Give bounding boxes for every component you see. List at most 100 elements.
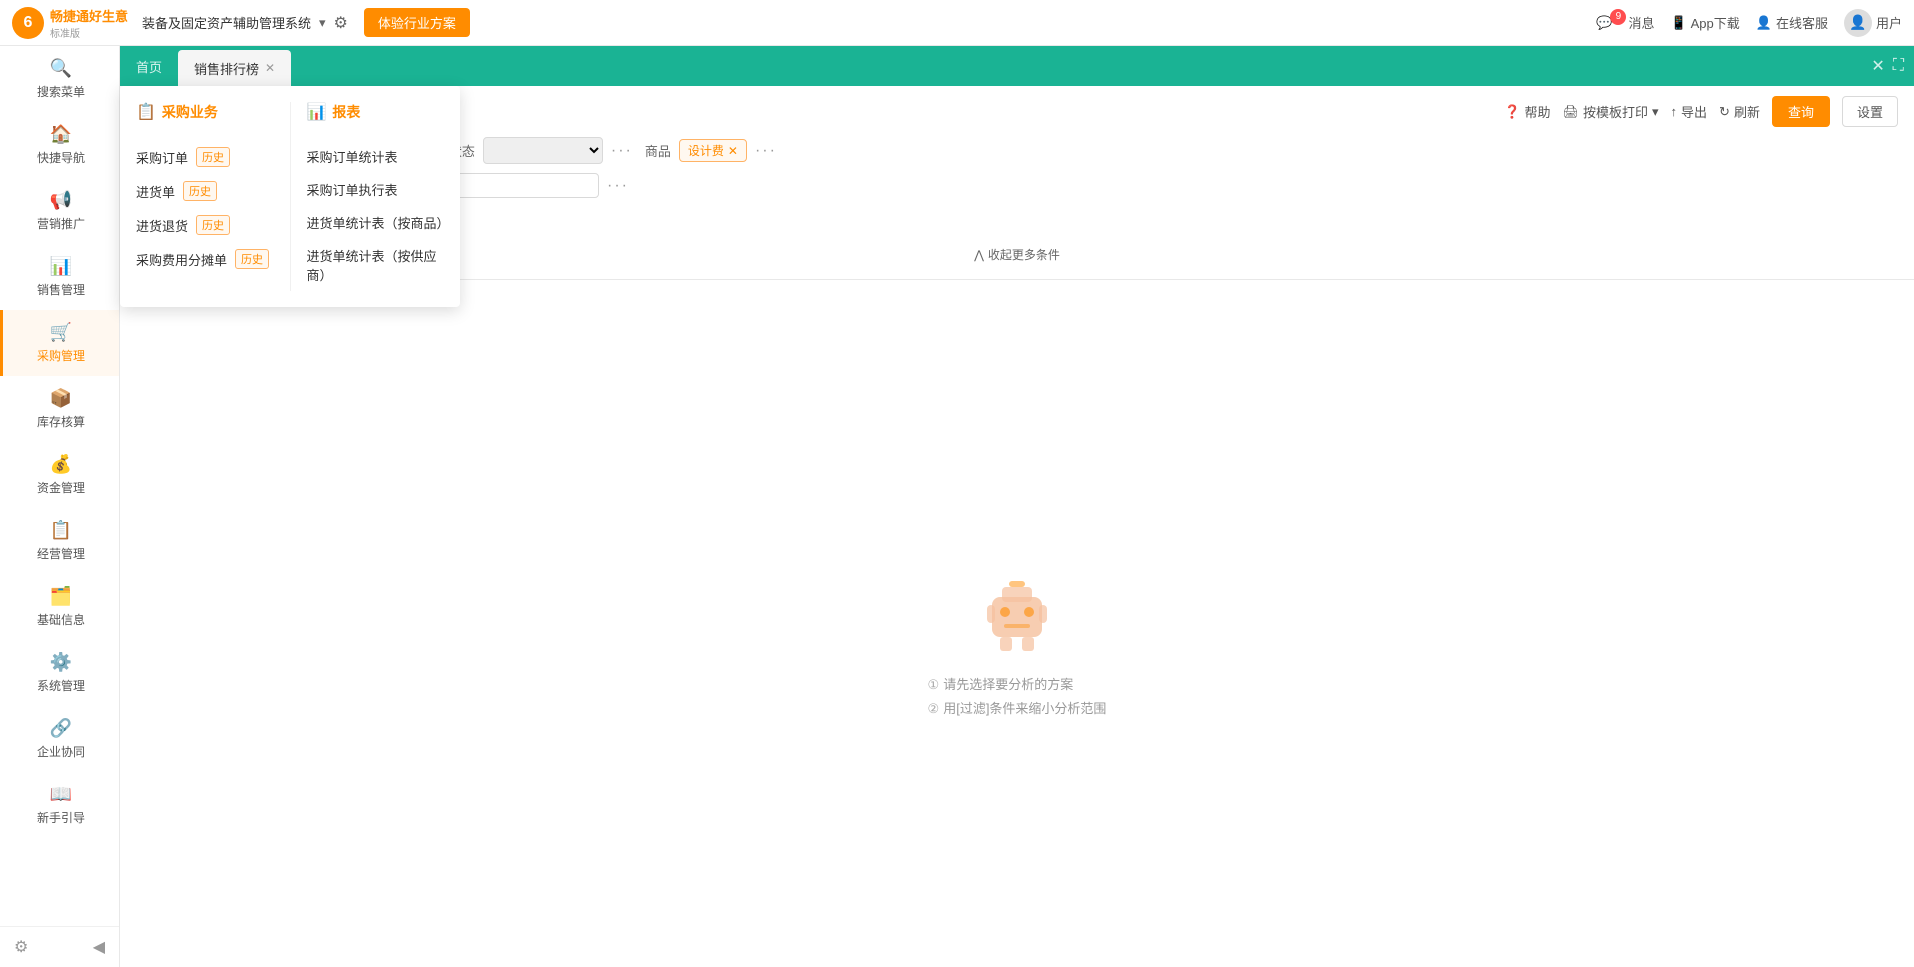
top-header: 6 畅捷通好生意 标准版 装备及固定资产辅助管理系统 ▾ ⚙ 体验行业方案 💬 … bbox=[0, 0, 1914, 46]
salesperson-more[interactable]: ··· bbox=[607, 177, 629, 195]
sidebar-item-purchase[interactable]: 🛒 采购管理 bbox=[0, 310, 119, 376]
sidebar-item-system[interactable]: ⚙️ 系统管理 bbox=[0, 640, 119, 706]
voucher-status-more[interactable]: ··· bbox=[611, 142, 633, 160]
dropdown-cols: 📋 采购业务 采购订单 历史 进货单 历史 进货退货 历史 采购费用分摊单 历史 bbox=[120, 102, 460, 291]
sidebar-item-basic-label: 基础信息 bbox=[37, 611, 85, 628]
user-action[interactable]: 👤 用户 bbox=[1844, 9, 1902, 37]
system-dropdown-icon[interactable]: ▾ bbox=[319, 15, 326, 31]
sidebar-item-capital[interactable]: 💰 资金管理 bbox=[0, 442, 119, 508]
goods-group: 商品 设计费 ✕ ··· bbox=[645, 139, 777, 162]
system-title-area: 装备及固定资产辅助管理系统 ▾ ⚙ 体验行业方案 bbox=[142, 8, 1596, 37]
inventory-icon: 📦 bbox=[50, 388, 72, 409]
home-icon: 🏠 bbox=[50, 124, 72, 145]
sidebar-item-sales[interactable]: 📊 销售管理 bbox=[0, 244, 119, 310]
sidebar-collapse-icon[interactable]: ◀ bbox=[93, 937, 105, 957]
help-icon: ❓ bbox=[1504, 104, 1520, 120]
sidebar-item-quick-label: 快捷导航 bbox=[37, 149, 85, 166]
online-service-action[interactable]: 👤 在线客服 bbox=[1756, 13, 1828, 32]
tab-home[interactable]: 首页 bbox=[120, 46, 178, 86]
dropdown-col1: 📋 采购业务 采购订单 历史 进货单 历史 进货退货 历史 采购费用分摊单 历史 bbox=[120, 102, 290, 291]
sales-icon: 📊 bbox=[50, 256, 72, 277]
dropdown-col1-label: 采购业务 bbox=[162, 102, 218, 122]
tab-expand-btn[interactable]: ⛶ bbox=[1893, 57, 1904, 75]
goods-tag[interactable]: 设计费 ✕ bbox=[679, 139, 747, 162]
goods-receipt-label: 进货单 bbox=[136, 182, 175, 201]
history-badge-2: 历史 bbox=[196, 215, 230, 235]
export-icon: ↑ bbox=[1671, 104, 1678, 119]
message-label: 消息 bbox=[1628, 13, 1654, 32]
sidebar-bottom: ⚙ ◀ bbox=[0, 926, 119, 967]
report-col-icon: 📊 bbox=[307, 102, 327, 122]
refresh-action[interactable]: ↻ 刷新 bbox=[1719, 102, 1760, 121]
query-button[interactable]: 查询 bbox=[1772, 96, 1830, 127]
sidebar-item-guide-label: 新手引导 bbox=[37, 809, 85, 826]
refresh-icon: ↻ bbox=[1719, 104, 1730, 120]
sidebar-item-inventory[interactable]: 📦 库存核算 bbox=[0, 376, 119, 442]
order-stats-label: 采购订单统计表 bbox=[307, 147, 398, 166]
goods-tag-value: 设计费 bbox=[688, 142, 724, 159]
sidebar-settings-icon[interactable]: ⚙ bbox=[14, 937, 28, 957]
logo-sub: 标准版 bbox=[50, 25, 128, 40]
system-icon: ⚙️ bbox=[50, 652, 72, 673]
goods-label: 商品 bbox=[645, 141, 671, 160]
print-action[interactable]: 🖨 按模板打印 ▾ bbox=[1562, 102, 1658, 121]
tab-bar: 首页 销售排行榜 ✕ ✕ ⛶ bbox=[120, 46, 1914, 86]
operation-icon: 📋 bbox=[50, 520, 72, 541]
sidebar-item-marketing-label: 营销推广 bbox=[37, 215, 85, 232]
tab-close-icon[interactable]: ✕ bbox=[265, 61, 275, 75]
user-label: 用户 bbox=[1876, 13, 1902, 32]
print-dropdown-icon[interactable]: ▾ bbox=[1652, 104, 1659, 120]
dropdown-item-goods-stats-supplier[interactable]: 进货单统计表（按供应商） bbox=[307, 239, 445, 291]
goods-stats-supplier-label: 进货单统计表（按供应商） bbox=[307, 246, 445, 284]
logo-main: 畅捷通好生意 bbox=[50, 6, 128, 25]
settings-icon[interactable]: ⚙ bbox=[334, 13, 348, 33]
tab-sales-rank-label: 销售排行榜 bbox=[194, 59, 259, 78]
dropdown-item-goods-stats-product[interactable]: 进货单统计表（按商品） bbox=[307, 206, 445, 239]
marketing-icon: 📢 bbox=[50, 190, 72, 211]
dropdown-item-order-exec[interactable]: 采购订单执行表 bbox=[307, 173, 445, 206]
dropdown-col2-title: 📊 报表 bbox=[307, 102, 445, 128]
dropdown-item-order-stats[interactable]: 采购订单统计表 bbox=[307, 140, 445, 173]
sidebar-item-inventory-label: 库存核算 bbox=[37, 413, 85, 430]
sidebar-item-basic[interactable]: 🗂️ 基础信息 bbox=[0, 574, 119, 640]
dropdown-item-goods-return[interactable]: 进货退货 历史 bbox=[136, 208, 274, 242]
empty-state: ①请先选择要分析的方案 ②用[过滤]条件来缩小分析范围 bbox=[120, 280, 1914, 967]
search-icon: 🔍 bbox=[50, 58, 72, 79]
service-icon: 👤 bbox=[1756, 15, 1772, 31]
dropdown-item-goods-receipt[interactable]: 进货单 历史 bbox=[136, 174, 274, 208]
logo-text: 畅捷通好生意 标准版 bbox=[50, 6, 128, 40]
sidebar-item-operation[interactable]: 📋 经营管理 bbox=[0, 508, 119, 574]
message-action[interactable]: 💬 9 消息 bbox=[1596, 13, 1654, 32]
basic-icon: 🗂️ bbox=[50, 586, 72, 607]
empty-tip1: 请先选择要分析的方案 bbox=[943, 677, 1073, 692]
sidebar-item-enterprise[interactable]: 🔗 企业协同 bbox=[0, 706, 119, 772]
export-action[interactable]: ↑ 导出 bbox=[1671, 102, 1708, 121]
dropdown-item-purchase-order[interactable]: 采购订单 历史 bbox=[136, 140, 274, 174]
goods-tag-close-icon[interactable]: ✕ bbox=[728, 144, 738, 158]
history-badge-1: 历史 bbox=[183, 181, 217, 201]
empty-text: ①请先选择要分析的方案 ②用[过滤]条件来缩小分析范围 bbox=[928, 673, 1107, 720]
collapse-label: 收起更多条件 bbox=[988, 246, 1060, 263]
sidebar-item-search[interactable]: 🔍 搜索菜单 bbox=[0, 46, 119, 112]
sidebar-item-purchase-label: 采购管理 bbox=[37, 347, 85, 364]
goods-more[interactable]: ··· bbox=[755, 142, 777, 160]
tab-close-btn[interactable]: ✕ bbox=[1871, 56, 1884, 76]
sidebar-item-quick[interactable]: 🏠 快捷导航 bbox=[0, 112, 119, 178]
app-download-action[interactable]: 📱 App下载 bbox=[1670, 13, 1739, 32]
sidebar-item-marketing[interactable]: 📢 营销推广 bbox=[0, 178, 119, 244]
purchase-cost-label: 采购费用分摊单 bbox=[136, 250, 227, 269]
voucher-status-select[interactable] bbox=[483, 137, 603, 164]
tab-sales-rank[interactable]: 销售排行榜 ✕ bbox=[178, 50, 291, 86]
sidebar-item-guide[interactable]: 📖 新手引导 bbox=[0, 772, 119, 838]
help-action[interactable]: ❓ 帮助 bbox=[1504, 102, 1550, 121]
sidebar-item-system-label: 系统管理 bbox=[37, 677, 85, 694]
header-right: 💬 9 消息 📱 App下载 👤 在线客服 👤 用户 bbox=[1596, 9, 1902, 37]
dropdown-col2: 📊 报表 采购订单统计表 采购订单执行表 进货单统计表（按商品） 进货单统计表（… bbox=[291, 102, 461, 291]
settings-button[interactable]: 设置 bbox=[1842, 96, 1898, 127]
export-label: 导出 bbox=[1681, 102, 1707, 121]
app-download-label: App下载 bbox=[1691, 13, 1740, 32]
dropdown-item-purchase-cost[interactable]: 采购费用分摊单 历史 bbox=[136, 242, 274, 276]
industry-btn[interactable]: 体验行业方案 bbox=[364, 8, 470, 37]
sidebar-item-enterprise-label: 企业协同 bbox=[37, 743, 85, 760]
message-badge: 9 bbox=[1610, 9, 1626, 25]
